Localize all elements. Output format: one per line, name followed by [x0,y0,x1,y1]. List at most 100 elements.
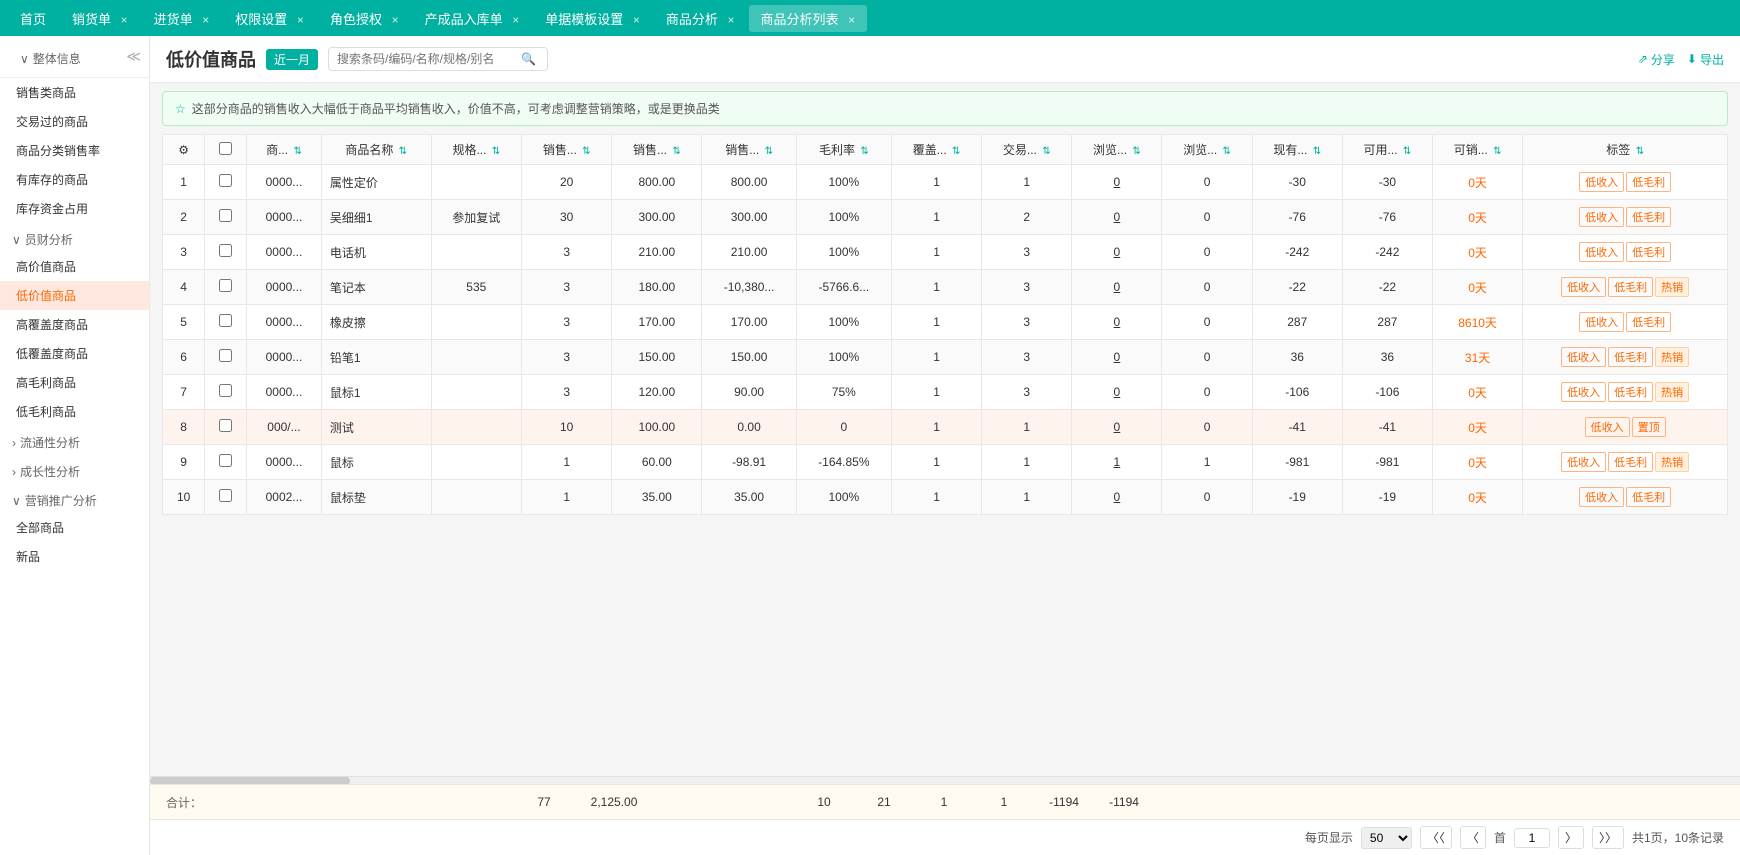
horizontal-scrollbar[interactable] [150,776,1740,784]
sidebar-item-stock-goods[interactable]: 有库存的商品 [0,165,149,194]
date-badge[interactable]: 近一月 [266,49,318,70]
nav-permissions[interactable]: 权限设置 × [223,5,316,32]
sidebar-item-capital[interactable]: 库存资金占用 [0,194,149,223]
sidebar-item-category-rate[interactable]: 商品分类销售率 [0,136,149,165]
col-profit[interactable]: 毛利率 ⇅ [796,135,891,165]
row-browse1[interactable]: 0 [1072,200,1162,235]
nav-templates[interactable]: 单据模板设置 × [533,5,652,32]
nav-home[interactable]: 首页 [8,5,58,32]
page-size-select[interactable]: 50 100 200 [1361,827,1412,849]
row-browse1[interactable]: 0 [1072,340,1162,375]
row-browse1[interactable]: 1 [1072,445,1162,480]
row-stock: 287 [1252,305,1342,340]
next-page-btn[interactable]: 〉 [1558,826,1584,849]
browse1-link[interactable]: 0 [1114,385,1121,399]
browse1-link[interactable]: 0 [1114,420,1121,434]
col-spec[interactable]: 规格... ⇅ [431,135,522,165]
sidebar-item-high-value[interactable]: 高价值商品 [0,252,149,281]
browse1-link[interactable]: 0 [1114,175,1121,189]
col-trade[interactable]: 交易... ⇅ [982,135,1072,165]
sidebar-item-traded-goods[interactable]: 交易过的商品 [0,107,149,136]
export-btn[interactable]: ⬇ 导出 [1687,51,1724,68]
browse1-link[interactable]: 0 [1114,245,1121,259]
row-browse1[interactable]: 0 [1072,235,1162,270]
last-page-btn[interactable]: 〉〉 [1592,826,1624,849]
row-browse1[interactable]: 0 [1072,305,1162,340]
nav-analysis-list[interactable]: 商品分析列表 × [749,5,868,32]
row-checkbox-cell[interactable] [205,270,247,305]
sidebar-item-high-coverage[interactable]: 高覆盖度商品 [0,310,149,339]
nav-roles[interactable]: 角色授权 × [318,5,411,32]
nav-warehouse[interactable]: 产成品入库单 × [413,5,532,32]
row-checkbox[interactable] [219,419,232,432]
col-sales2[interactable]: 销售... ⇅ [702,135,796,165]
select-all-checkbox[interactable] [219,142,232,155]
row-checkbox-cell[interactable] [205,165,247,200]
col-avail[interactable]: 可用... ⇅ [1342,135,1432,165]
col-browse2[interactable]: 浏览... ⇅ [1162,135,1252,165]
search-box[interactable]: 🔍 [328,47,548,71]
row-checkbox[interactable] [219,174,232,187]
sidebar-item-low-profit[interactable]: 低毛利商品 [0,397,149,426]
row-checkbox[interactable] [219,209,232,222]
row-browse1[interactable]: 0 [1072,375,1162,410]
nav-purchase[interactable]: 进货单 × [142,5,222,32]
row-checkbox-cell[interactable] [205,235,247,270]
sidebar-item-low-value[interactable]: 低价值商品 [0,281,149,310]
row-checkbox[interactable] [219,384,232,397]
row-checkbox-cell[interactable] [205,480,247,515]
col-cover[interactable]: 覆盖... ⇅ [891,135,981,165]
row-checkbox-cell[interactable] [205,200,247,235]
row-checkbox[interactable] [219,489,232,502]
sidebar-item-all-goods[interactable]: 全部商品 [0,513,149,542]
col-checkbox[interactable] [205,135,247,165]
row-checkbox[interactable] [219,279,232,292]
sidebar-section-marketing[interactable]: ∨营销推广分析 [0,484,149,513]
row-checkbox[interactable] [219,349,232,362]
page-input[interactable] [1514,828,1550,848]
row-browse1[interactable]: 0 [1072,480,1162,515]
row-days: 0天 [1433,410,1523,445]
col-settings[interactable]: ⚙ [163,135,205,165]
sidebar-section-growth[interactable]: ›成长性分析 [0,455,149,484]
col-code[interactable]: 商... ⇅ [247,135,322,165]
sidebar-section-overall[interactable]: ∨整体信息 [8,42,93,71]
col-sellable[interactable]: 可销... ⇅ [1433,135,1523,165]
sidebar-item-new-goods[interactable]: 新品 [0,542,149,571]
col-browse1[interactable]: 浏览... ⇅ [1072,135,1162,165]
col-name[interactable]: 商品名称 ⇅ [321,135,431,165]
browse1-link[interactable]: 0 [1114,350,1121,364]
browse1-link[interactable]: 0 [1114,315,1121,329]
browse1-link[interactable]: 0 [1114,490,1121,504]
nav-sales[interactable]: 销货单 × [60,5,140,32]
row-checkbox-cell[interactable] [205,305,247,340]
col-sales1[interactable]: 销售... ⇅ [612,135,702,165]
search-input[interactable] [337,52,517,66]
row-checkbox[interactable] [219,244,232,257]
sidebar-item-high-profit[interactable]: 高毛利商品 [0,368,149,397]
first-page-btn[interactable]: 〈〈 [1420,826,1452,849]
row-checkbox-cell[interactable] [205,340,247,375]
share-btn[interactable]: ⇗ 分享 [1638,51,1675,68]
row-checkbox[interactable] [219,454,232,467]
browse1-link[interactable]: 1 [1114,455,1121,469]
col-tags[interactable]: 标签 ⇅ [1523,135,1728,165]
browse1-link[interactable]: 0 [1114,210,1121,224]
sidebar-item-sales-goods[interactable]: 销售类商品 [0,78,149,107]
browse1-link[interactable]: 0 [1114,280,1121,294]
sidebar-section-liquidity[interactable]: ›流通性分析 [0,426,149,455]
sidebar-section-finance[interactable]: ∨员财分析 [0,223,149,252]
row-checkbox-cell[interactable] [205,375,247,410]
sidebar-collapse-btn[interactable]: ≪ [126,48,141,65]
row-checkbox-cell[interactable] [205,445,247,480]
row-checkbox[interactable] [219,314,232,327]
row-checkbox-cell[interactable] [205,410,247,445]
row-browse1[interactable]: 0 [1072,410,1162,445]
sidebar-item-low-coverage[interactable]: 低覆盖度商品 [0,339,149,368]
row-browse1[interactable]: 0 [1072,270,1162,305]
prev-page-btn[interactable]: 〈 [1460,826,1486,849]
col-qty[interactable]: 销售... ⇅ [522,135,612,165]
col-stock[interactable]: 现有... ⇅ [1252,135,1342,165]
row-browse1[interactable]: 0 [1072,165,1162,200]
nav-analysis[interactable]: 商品分析 × [654,5,747,32]
